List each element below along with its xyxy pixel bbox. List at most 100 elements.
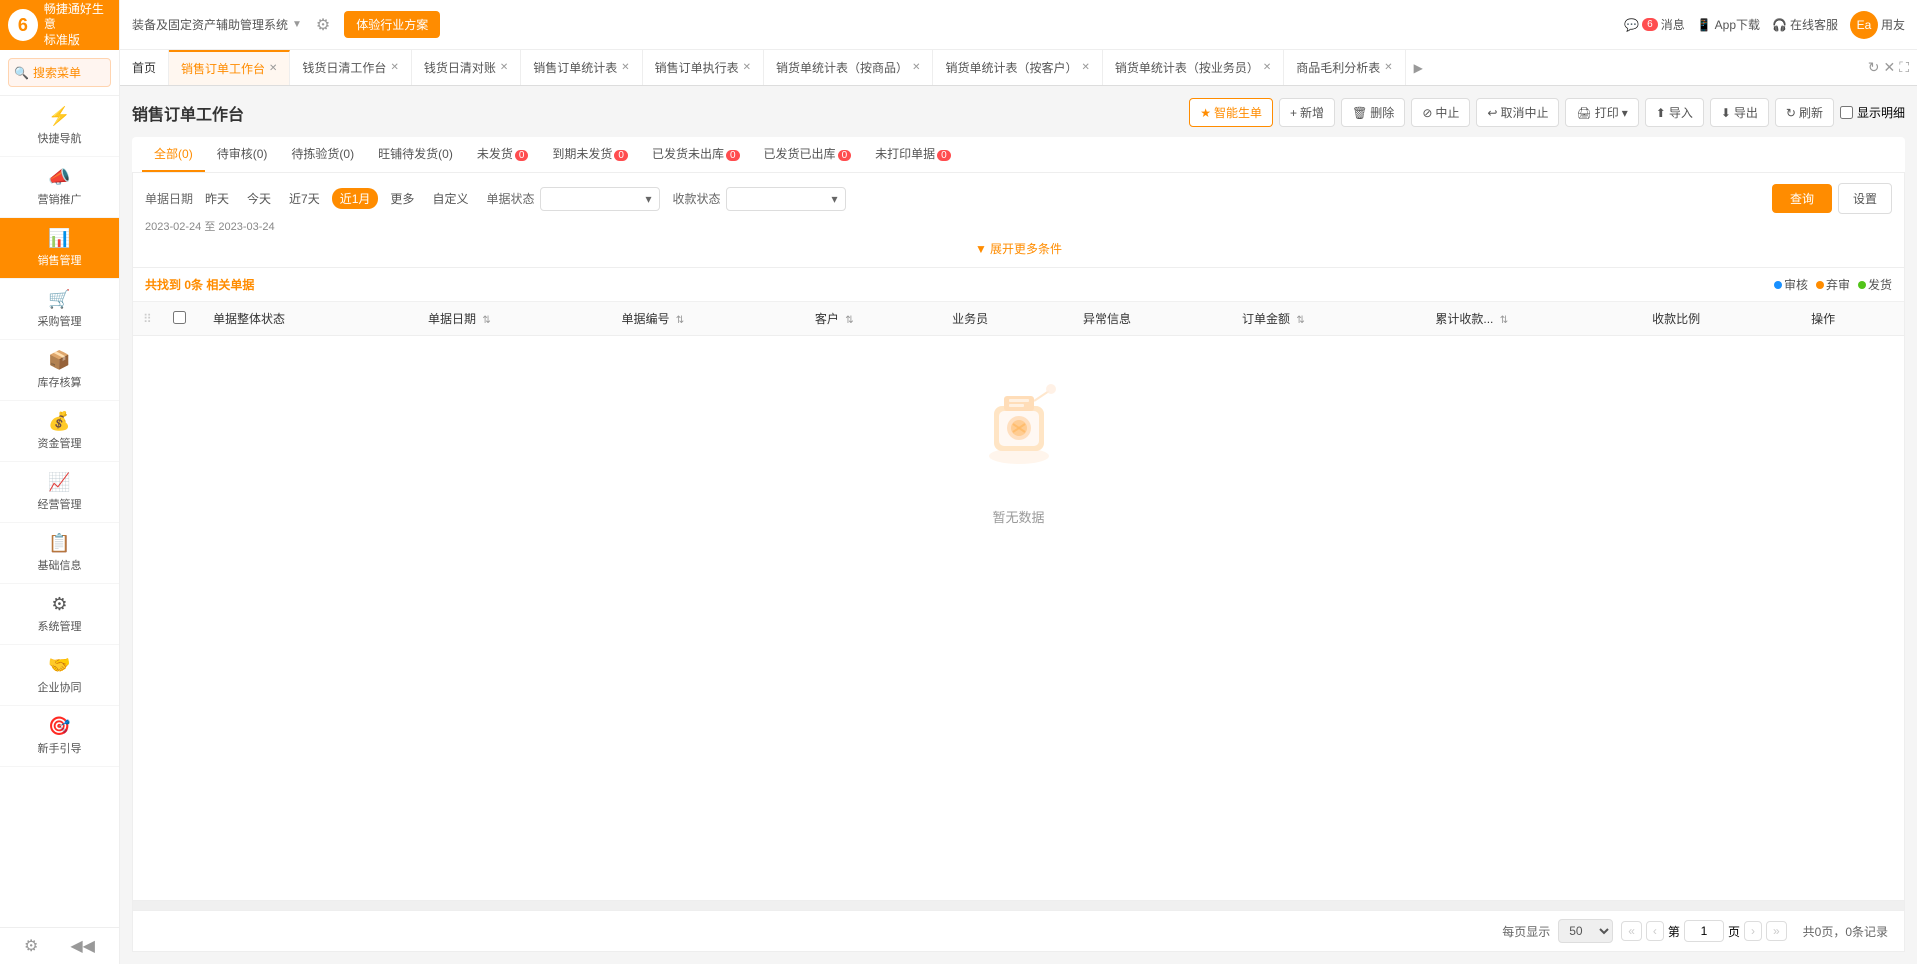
review-action-button[interactable]: 审核 [1774, 276, 1808, 293]
show-detail-input[interactable] [1840, 106, 1853, 119]
date-yesterday[interactable]: 昨天 [199, 188, 235, 209]
tab-close-product-margin[interactable]: ✕ [1384, 62, 1392, 73]
status-select[interactable]: ▾ [540, 187, 660, 211]
date-sort-icon[interactable]: ⇅ [482, 315, 490, 326]
date-7days[interactable]: 近7天 [283, 188, 326, 209]
refresh-button[interactable]: ↻ 刷新 [1775, 98, 1834, 127]
system-title-dropdown[interactable]: 装备及固定资产辅助管理系统 ▼ [132, 16, 302, 33]
tab-close-cash-daily[interactable]: ✕ [390, 62, 398, 73]
tab-close-sales-summary-customer[interactable]: ✕ [1081, 62, 1089, 73]
online-service-button[interactable]: 🎧 在线客服 [1772, 16, 1838, 33]
tab-actions: ↻ ✕ ⛶ [1860, 59, 1917, 76]
tab-sales-stats[interactable]: 销售订单统计表 ✕ [521, 50, 642, 85]
sidebar-item-system[interactable]: ⚙ 系统管理 [0, 584, 119, 645]
sub-tab-wangpu-pending[interactable]: 旺铺待发货(0) [366, 137, 465, 172]
import-button[interactable]: ⬆ 导入 [1645, 98, 1704, 127]
tab-close-sales-exec[interactable]: ✕ [743, 62, 751, 73]
date-today[interactable]: 今天 [241, 188, 277, 209]
sidebar-item-basic-info[interactable]: 📋 基础信息 [0, 523, 119, 584]
sidebar-item-finance[interactable]: 💰 资金管理 [0, 401, 119, 462]
sub-tab-shipped-out[interactable]: 已发货已出库0 [752, 137, 864, 172]
payment-select[interactable]: ▾ [726, 187, 846, 211]
search-menu-button[interactable]: 🔍 搜索菜单 [8, 58, 111, 87]
add-button[interactable]: + 新增 [1279, 98, 1335, 127]
collapse-icon[interactable]: ◀◀ [70, 936, 95, 956]
tab-sales-workbench[interactable]: 销售订单工作台 ✕ [169, 50, 290, 85]
date-1month[interactable]: 近1月 [332, 188, 379, 209]
show-detail-checkbox[interactable]: 显示明细 [1840, 104, 1905, 121]
user-button[interactable]: Ea 用友 [1850, 11, 1905, 39]
page-next-button[interactable]: › [1744, 921, 1762, 941]
tab-close-sales-summary-product[interactable]: ✕ [912, 62, 920, 73]
print-button[interactable]: 🖨 打印 ▾ [1565, 98, 1638, 127]
cancel-stop-button[interactable]: ↩ 取消中止 [1476, 98, 1559, 127]
sub-tab-all[interactable]: 全部(0) [142, 137, 205, 172]
collected-sort-icon[interactable]: ⇅ [1500, 315, 1508, 326]
tab-cash-daily[interactable]: 钱货日清工作台 ✕ [290, 50, 411, 85]
sidebar-item-enterprise[interactable]: 🤝 企业协同 [0, 645, 119, 706]
export-button[interactable]: ⬇ 导出 [1710, 98, 1769, 127]
tab-sales-exec[interactable]: 销售订单执行表 ✕ [643, 50, 764, 85]
tab-action-fullscreen-icon[interactable]: ⛶ [1899, 59, 1909, 76]
sub-tab-not-shipped[interactable]: 未发货0 [465, 137, 541, 172]
page-size-select[interactable]: 50 10 20 100 [1558, 919, 1613, 943]
topbar: 装备及固定资产辅助管理系统 ▼ ⚙ 体验行业方案 💬 6 消息 📱 App下载 … [120, 0, 1917, 50]
tab-sales-summary-staff[interactable]: 销货单统计表（按业务员） ✕ [1103, 50, 1284, 85]
tab-more-button[interactable]: ▶ [1406, 61, 1431, 75]
sub-tab-shipped-not-out[interactable]: 已发货未出库0 [640, 137, 752, 172]
tab-close-sales-workbench[interactable]: ✕ [269, 63, 277, 74]
tab-cash-reconcile[interactable]: 钱货日清对账 ✕ [412, 50, 521, 85]
expand-filter-button[interactable]: ▼ 展开更多条件 [975, 240, 1062, 257]
amount-sort-icon[interactable]: ⇅ [1296, 315, 1304, 326]
tab-close-sales-summary-staff[interactable]: ✕ [1263, 62, 1271, 73]
page-number-input[interactable] [1684, 920, 1724, 942]
sidebar-item-marketing[interactable]: 📣 营销推广 [0, 157, 119, 218]
sidebar-item-sales[interactable]: 📊 销售管理 [0, 218, 119, 279]
smart-create-button[interactable]: ★ 智能生单 [1189, 98, 1273, 127]
horizontal-scrollbar[interactable] [133, 900, 1904, 910]
industry-solution-button[interactable]: 体验行业方案 [344, 11, 440, 38]
sidebar-item-quick-nav[interactable]: ⚡ 快捷导航 [0, 96, 119, 157]
page-first-button[interactable]: « [1621, 921, 1642, 941]
sidebar-item-guide[interactable]: 🎯 新手引导 [0, 706, 119, 767]
select-all-checkbox[interactable] [173, 311, 186, 324]
tab-action-close-icon[interactable]: ✕ [1883, 59, 1895, 76]
date-more[interactable]: 更多 [384, 188, 420, 209]
sub-tab-pending-inspect[interactable]: 待拣验货(0) [279, 137, 366, 172]
cancel-review-action-button[interactable]: 弃审 [1816, 276, 1850, 293]
page-nav: « ‹ 第 页 › » [1621, 920, 1786, 942]
page-prev-button[interactable]: ‹ [1646, 921, 1664, 941]
topbar-settings-icon[interactable]: ⚙ [316, 15, 330, 35]
sub-tab-pending-review[interactable]: 待审核(0) [205, 137, 280, 172]
payment-select-arrow: ▾ [831, 192, 837, 206]
ship-action-button[interactable]: 发货 [1858, 276, 1892, 293]
delete-button[interactable]: 🗑 删除 [1341, 98, 1405, 127]
app-download-button[interactable]: 📱 App下载 [1697, 16, 1760, 33]
date-range-display: 2023-02-24 至 2023-03-24 [145, 218, 1892, 234]
number-sort-icon[interactable]: ⇅ [676, 315, 684, 326]
tab-product-margin[interactable]: 商品毛利分析表 ✕ [1284, 50, 1405, 85]
query-button[interactable]: 查询 [1772, 184, 1832, 213]
sidebar-item-purchase[interactable]: 🛒 采购管理 [0, 279, 119, 340]
sidebar-item-inventory[interactable]: 📦 库存核算 [0, 340, 119, 401]
settings-button[interactable]: 设置 [1838, 183, 1892, 214]
tab-sales-summary-customer[interactable]: 销货单统计表（按客户） ✕ [933, 50, 1102, 85]
tab-sales-summary-product[interactable]: 销货单统计表（按商品） ✕ [764, 50, 933, 85]
tab-close-sales-stats[interactable]: ✕ [621, 62, 629, 73]
tab-home[interactable]: 首页 [120, 50, 169, 85]
date-custom[interactable]: 自定义 [426, 188, 474, 209]
filter-area: 单据日期 昨天 今天 近7天 近1月 更多 自定义 单据状态 ▾ [132, 173, 1905, 268]
tab-close-cash-reconcile[interactable]: ✕ [500, 62, 508, 73]
stop-button[interactable]: ⊘ 中止 [1411, 98, 1470, 127]
tab-action-refresh-icon[interactable]: ↻ [1868, 59, 1880, 76]
message-button[interactable]: 💬 6 消息 [1624, 16, 1685, 33]
logo-text: 畅捷通好生意 标准版 [44, 2, 111, 49]
sub-tab-overdue-not-shipped[interactable]: 到期未发货0 [540, 137, 640, 172]
empty-illustration [969, 376, 1069, 476]
page-last-button[interactable]: » [1766, 921, 1787, 941]
table-actions: 审核 弃审 发货 [1774, 276, 1892, 293]
sub-tab-not-printed[interactable]: 未打印单据0 [863, 137, 963, 172]
settings-bottom-icon[interactable]: ⚙ [24, 936, 38, 956]
customer-sort-icon[interactable]: ⇅ [845, 315, 853, 326]
sidebar-item-operations[interactable]: 📈 经营管理 [0, 462, 119, 523]
